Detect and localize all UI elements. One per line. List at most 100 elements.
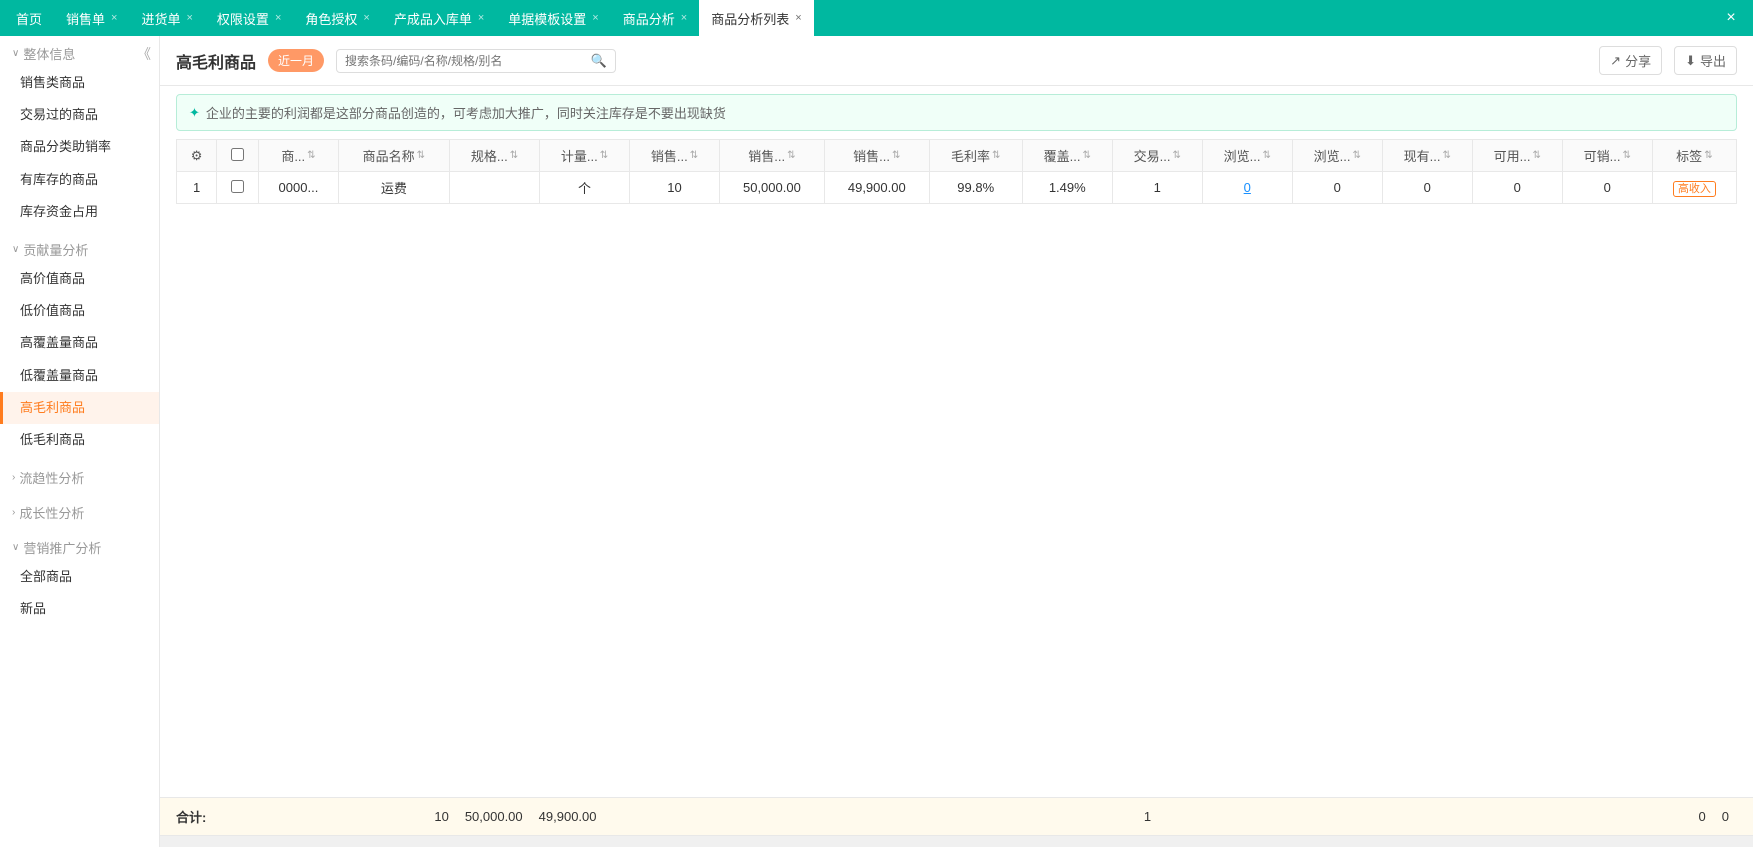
sidebar-item-in-stock-goods[interactable]: 有库存的商品	[0, 164, 159, 196]
nav-analysis-list[interactable]: 商品分析列表 ×	[699, 0, 813, 36]
col-sale-amt[interactable]: 销售...⇅	[719, 140, 824, 172]
nav-purchase[interactable]: 进货单 ×	[129, 0, 204, 36]
nav-purchase-close[interactable]: ×	[186, 12, 192, 24]
cell-checkbox[interactable]	[217, 172, 259, 204]
horizontal-scrollbar[interactable]	[160, 835, 1753, 847]
share-button[interactable]: ↗ 分享	[1599, 46, 1662, 75]
sidebar-group-marketing-title[interactable]: ∨ 营销推广分析	[0, 530, 159, 561]
nav-role[interactable]: 角色授权 ×	[293, 0, 381, 36]
sidebar-group-overview-title[interactable]: ∨ 整体信息	[0, 36, 159, 67]
sidebar-item-high-coverage[interactable]: 高覆盖量商品	[0, 327, 159, 359]
col-spec-label: 规格...	[471, 146, 508, 165]
footer-sale-amt: 50,000.00	[457, 809, 531, 824]
cell-sale-profit: 49,900.00	[824, 172, 929, 204]
col-current-stock-label: 现有...	[1404, 146, 1441, 165]
col-sale-qty-label: 销售...	[651, 146, 688, 165]
col-gross-margin[interactable]: 毛利率⇅	[929, 140, 1022, 172]
group-arrow-icon-5: ∨	[12, 542, 19, 553]
col-available-stock[interactable]: 可用...⇅	[1472, 140, 1562, 172]
cell-browse2: 0	[1292, 172, 1382, 204]
sidebar-item-low-value[interactable]: 低价值商品	[0, 295, 159, 327]
table-footer: 合计: 10 50,000.00 49,900.00 1 0 0	[160, 797, 1753, 835]
filter-recent-month-button[interactable]: 近一月	[268, 49, 324, 72]
col-name[interactable]: 商品名称⇅	[338, 140, 449, 172]
cell-code: 0000...	[259, 172, 339, 204]
cell-trade: 1	[1112, 172, 1202, 204]
col-browse2-label: 浏览...	[1314, 146, 1351, 165]
col-unit[interactable]: 计量...⇅	[539, 140, 629, 172]
col-sale-profit[interactable]: 销售...⇅	[824, 140, 929, 172]
main-layout: 《 ∨ 整体信息 销售类商品 交易过的商品 商品分类助销率 有库存的商品 库存资…	[0, 36, 1753, 847]
sidebar-collapse-button[interactable]: 《	[137, 44, 151, 64]
nav-home[interactable]: 首页	[4, 0, 54, 36]
export-button[interactable]: ⬇ 导出	[1674, 46, 1737, 75]
col-tag[interactable]: 标签⇅	[1652, 140, 1736, 172]
search-icon[interactable]: 🔍	[591, 53, 607, 69]
sidebar-group-contribution-title[interactable]: ∨ 贡献量分析	[0, 232, 159, 263]
sidebar-item-low-coverage[interactable]: 低覆盖量商品	[0, 360, 159, 392]
cell-gross-margin: 99.8%	[929, 172, 1022, 204]
tag-badge: 高收入	[1673, 181, 1716, 197]
sidebar: 《 ∨ 整体信息 销售类商品 交易过的商品 商品分类助销率 有库存的商品 库存资…	[0, 36, 160, 847]
col-checkbox[interactable]	[217, 140, 259, 172]
row-checkbox[interactable]	[231, 180, 244, 193]
sidebar-item-category-rate[interactable]: 商品分类助销率	[0, 131, 159, 163]
cell-index: 1	[177, 172, 217, 204]
sidebar-item-all-goods[interactable]: 全部商品	[0, 561, 159, 593]
sidebar-group-growth-title[interactable]: › 成长性分析	[0, 495, 159, 526]
select-all-checkbox[interactable]	[231, 148, 244, 161]
nav-sales[interactable]: 销售单 ×	[54, 0, 129, 36]
window-close-button[interactable]: ×	[1713, 0, 1749, 36]
nav-permission[interactable]: 权限设置 ×	[205, 0, 293, 36]
cell-browse1[interactable]: 0	[1202, 172, 1292, 204]
search-box: 🔍	[336, 49, 616, 73]
sidebar-item-new-goods[interactable]: 新品	[0, 593, 159, 625]
table-header-row: ⚙ 商...⇅ 商品名称⇅ 规格...⇅	[177, 140, 1737, 172]
sidebar-item-high-margin[interactable]: 高毛利商品	[0, 392, 159, 424]
col-unit-label: 计量...	[561, 146, 598, 165]
sidebar-item-low-margin[interactable]: 低毛利商品	[0, 424, 159, 456]
sidebar-item-traded-goods[interactable]: 交易过的商品	[0, 99, 159, 131]
sidebar-item-high-value[interactable]: 高价值商品	[0, 263, 159, 295]
search-input[interactable]	[345, 54, 591, 68]
col-code[interactable]: 商...⇅	[259, 140, 339, 172]
nav-analysis-list-close[interactable]: ×	[795, 12, 801, 24]
sort-icon-9: ⇅	[1082, 150, 1090, 161]
col-coverage-label: 覆盖...	[1044, 146, 1081, 165]
nav-sales-close[interactable]: ×	[111, 12, 117, 24]
nav-permission-close[interactable]: ×	[275, 12, 281, 24]
cell-spec	[449, 172, 539, 204]
col-saleable-stock[interactable]: 可销...⇅	[1562, 140, 1652, 172]
nav-warehouse[interactable]: 产成品入库单 ×	[382, 0, 496, 36]
col-browse1[interactable]: 浏览...⇅	[1202, 140, 1292, 172]
nav-analysis-close[interactable]: ×	[681, 12, 687, 24]
nav-role-close[interactable]: ×	[363, 12, 369, 24]
group-arrow-icon-2: ∨	[12, 244, 19, 255]
nav-template[interactable]: 单据模板设置 ×	[496, 0, 610, 36]
table-wrapper: ⚙ 商...⇅ 商品名称⇅ 规格...⇅	[160, 139, 1753, 797]
col-current-stock[interactable]: 现有...⇅	[1382, 140, 1472, 172]
sort-icon-12: ⇅	[1352, 150, 1360, 161]
col-available-stock-label: 可用...	[1494, 146, 1531, 165]
col-trade-label: 交易...	[1134, 146, 1171, 165]
cell-coverage: 1.49%	[1022, 172, 1112, 204]
sidebar-item-sales-goods[interactable]: 销售类商品	[0, 67, 159, 99]
sidebar-item-stock-fund[interactable]: 库存资金占用	[0, 196, 159, 228]
col-trade[interactable]: 交易...⇅	[1112, 140, 1202, 172]
data-table: ⚙ 商...⇅ 商品名称⇅ 规格...⇅	[176, 139, 1737, 204]
footer-sale-profit: 49,900.00	[531, 809, 605, 824]
col-sale-profit-label: 销售...	[853, 146, 890, 165]
col-sale-qty[interactable]: 销售...⇅	[629, 140, 719, 172]
col-browse2[interactable]: 浏览...⇅	[1292, 140, 1382, 172]
col-settings[interactable]: ⚙	[177, 140, 217, 172]
sidebar-group-trend-title[interactable]: › 流趋性分析	[0, 460, 159, 491]
nav-analysis[interactable]: 商品分析 ×	[611, 0, 699, 36]
sidebar-group-marketing: ∨ 营销推广分析 全部商品 新品	[0, 530, 159, 625]
content-header: 高毛利商品 近一月 🔍 ↗ 分享 ⬇ 导出	[160, 36, 1753, 86]
nav-warehouse-close[interactable]: ×	[478, 12, 484, 24]
nav-template-close[interactable]: ×	[592, 12, 598, 24]
col-sale-amt-label: 销售...	[748, 146, 785, 165]
browse1-link[interactable]: 0	[1244, 180, 1251, 195]
col-spec[interactable]: 规格...⇅	[449, 140, 539, 172]
col-coverage[interactable]: 覆盖...⇅	[1022, 140, 1112, 172]
